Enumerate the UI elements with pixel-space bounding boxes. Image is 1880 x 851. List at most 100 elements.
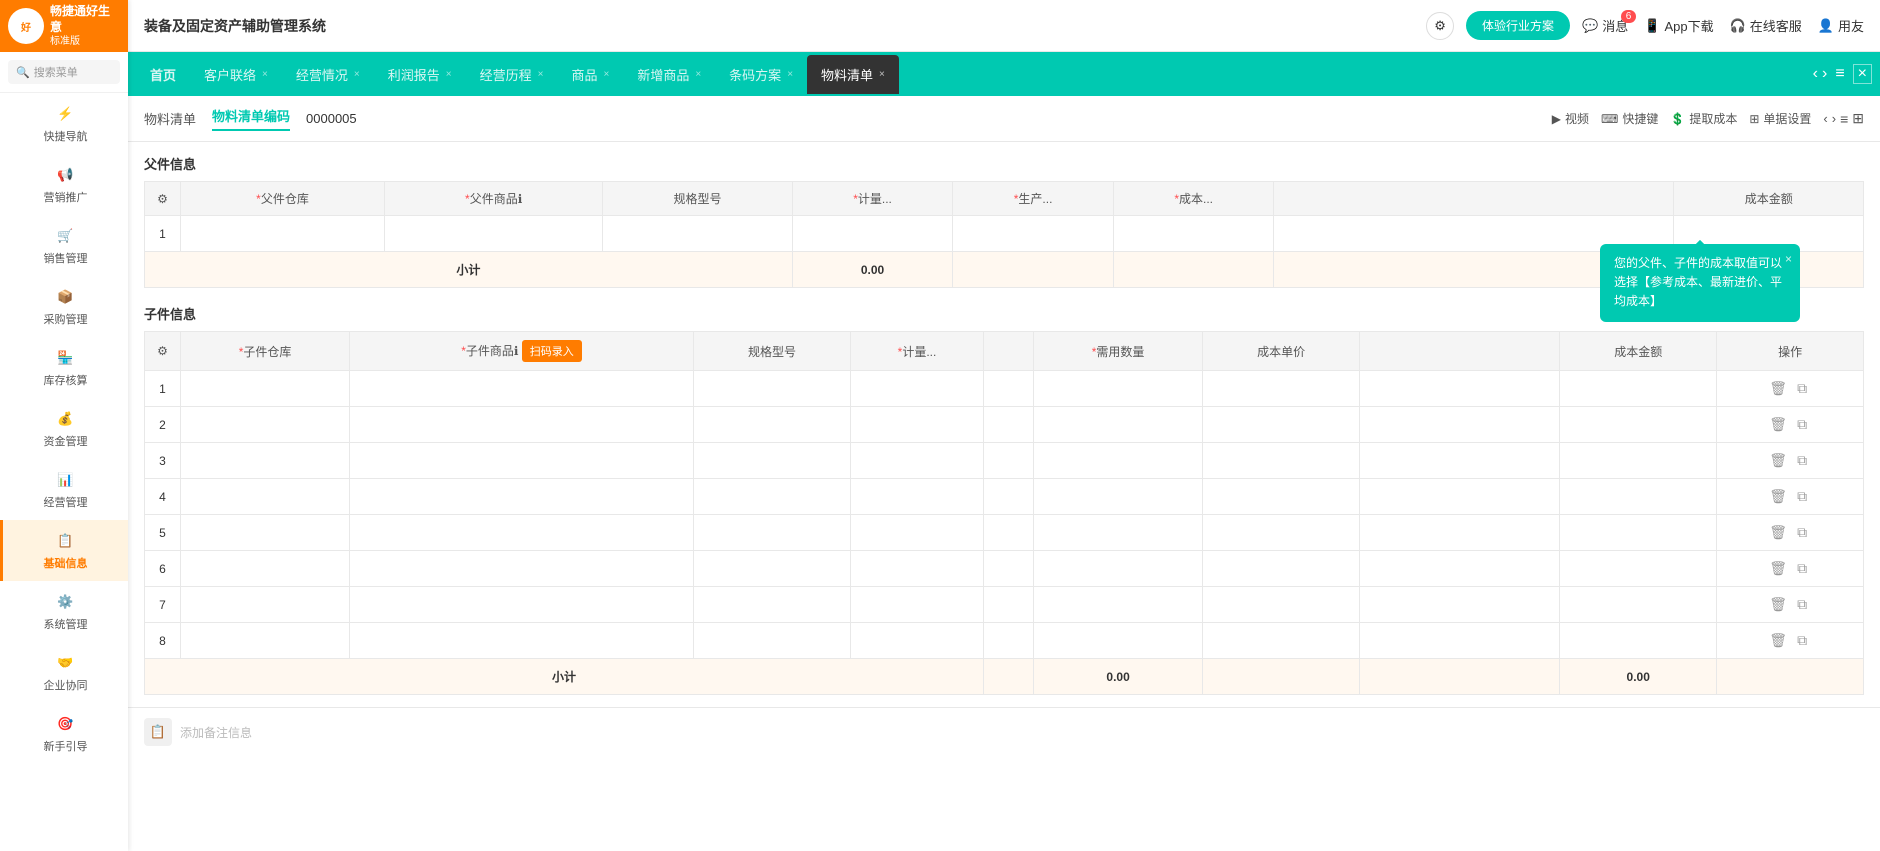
sidebar-item-operations[interactable]: 📊 经营管理 <box>0 459 128 520</box>
parent-row-1-spec[interactable] <box>603 216 793 252</box>
delete-icon-8[interactable]: 🗑 <box>1768 631 1788 651</box>
child-row-5-qty[interactable] <box>1034 515 1203 551</box>
delete-icon-7[interactable]: 🗑 <box>1768 595 1788 615</box>
sidebar-item-guide[interactable]: 🎯 新手引导 <box>0 703 128 764</box>
cost-btn[interactable]: 💲 提取成本 <box>1670 110 1737 127</box>
delete-icon-6[interactable]: 🗑 <box>1768 559 1788 579</box>
child-row-6-spec[interactable] <box>693 551 850 587</box>
child-row-7-unit-cost[interactable] <box>1203 587 1360 623</box>
child-row-3-warehouse[interactable] <box>181 443 350 479</box>
online-service-item[interactable]: 🎧 在线客服 <box>1730 16 1802 35</box>
copy-icon-7[interactable]: ⧉ <box>1792 595 1812 615</box>
sidebar-item-inventory[interactable]: 🏪 库存核算 <box>0 337 128 398</box>
child-row-6-unit-cost[interactable] <box>1203 551 1360 587</box>
child-row-5-product[interactable] <box>350 515 694 551</box>
list-view-btn[interactable]: ≡ <box>1840 111 1848 127</box>
child-row-6-warehouse[interactable] <box>181 551 350 587</box>
tab-menu[interactable]: ≡ <box>1835 65 1844 83</box>
parent-col-settings[interactable]: ⚙ <box>145 182 181 216</box>
copy-icon-1[interactable]: ⧉ <box>1792 379 1812 399</box>
delete-icon-4[interactable]: 🗑 <box>1768 487 1788 507</box>
tab-new-goods[interactable]: 新增商品 × <box>623 55 715 94</box>
note-placeholder[interactable]: 添加备注信息 <box>180 724 252 741</box>
tab-close-operations[interactable]: × <box>354 69 360 80</box>
child-row-8-unit[interactable] <box>850 623 983 659</box>
child-row-1-unit[interactable] <box>850 371 983 407</box>
child-row-2-unit-cost[interactable] <box>1203 407 1360 443</box>
tab-history[interactable]: 经营历程 × <box>466 55 558 94</box>
trial-button[interactable]: 体验行业方案 <box>1466 11 1570 40</box>
sidebar-item-marketing[interactable]: 📢 营销推广 <box>0 154 128 215</box>
child-row-8-warehouse[interactable] <box>181 623 350 659</box>
child-row-4-unit[interactable] <box>850 479 983 515</box>
tab-home[interactable]: 首页 <box>136 55 190 94</box>
tab-close-bom[interactable]: × <box>879 69 885 80</box>
child-row-2-warehouse[interactable] <box>181 407 350 443</box>
breadcrumb-bom-code[interactable]: 物料清单编码 <box>212 106 290 131</box>
child-row-2-unit[interactable] <box>850 407 983 443</box>
tab-prev[interactable]: ‹ <box>1813 65 1818 83</box>
tooltip-close-btn[interactable]: × <box>1785 250 1792 269</box>
tab-barcode[interactable]: 条码方案 × <box>715 55 807 94</box>
child-row-1-product[interactable] <box>350 371 694 407</box>
child-row-5-warehouse[interactable] <box>181 515 350 551</box>
child-row-3-product[interactable] <box>350 443 694 479</box>
child-col-settings[interactable]: ⚙ <box>145 332 181 371</box>
child-row-1-spec[interactable] <box>693 371 850 407</box>
tab-close-profit[interactable]: × <box>446 69 452 80</box>
parent-row-1-production[interactable] <box>953 216 1114 252</box>
tab-next[interactable]: › <box>1822 65 1827 83</box>
tab-profit[interactable]: 利润报告 × <box>374 55 466 94</box>
child-row-4-product[interactable] <box>350 479 694 515</box>
copy-icon-8[interactable]: ⧉ <box>1792 631 1812 651</box>
copy-icon-2[interactable]: ⧉ <box>1792 415 1812 435</box>
child-row-8-qty[interactable] <box>1034 623 1203 659</box>
tab-bom[interactable]: 物料清单 × <box>807 55 899 94</box>
parent-row-1-cost[interactable] <box>1113 216 1274 252</box>
child-row-6-product[interactable] <box>350 551 694 587</box>
child-row-8-unit-cost[interactable] <box>1203 623 1360 659</box>
child-row-2-product[interactable] <box>350 407 694 443</box>
parent-row-1-product[interactable] <box>385 216 603 252</box>
child-row-6-unit[interactable] <box>850 551 983 587</box>
child-row-8-product[interactable] <box>350 623 694 659</box>
settings-icon[interactable]: ⚙ <box>1426 12 1454 40</box>
copy-icon-3[interactable]: ⧉ <box>1792 451 1812 471</box>
close-all-tabs[interactable]: × <box>1853 64 1872 84</box>
nav-prev-btn[interactable]: ‹ <box>1823 111 1827 126</box>
tab-operations[interactable]: 经营情况 × <box>282 55 374 94</box>
child-row-1-warehouse[interactable] <box>181 371 350 407</box>
scan-input-btn[interactable]: 扫码录入 <box>522 340 582 362</box>
child-row-7-qty[interactable] <box>1034 587 1203 623</box>
nav-next-btn[interactable]: › <box>1832 111 1836 126</box>
child-row-2-qty[interactable] <box>1034 407 1203 443</box>
video-btn[interactable]: ▶ 视频 <box>1552 110 1589 127</box>
child-row-3-qty[interactable] <box>1034 443 1203 479</box>
sidebar-item-system[interactable]: ⚙️ 系统管理 <box>0 581 128 642</box>
parent-row-1-unit[interactable] <box>792 216 953 252</box>
copy-icon-4[interactable]: ⧉ <box>1792 487 1812 507</box>
sidebar-item-basic-info[interactable]: 📋 基础信息 <box>0 520 128 581</box>
tab-close-new-goods[interactable]: × <box>695 69 701 80</box>
delete-icon-3[interactable]: 🗑 <box>1768 451 1788 471</box>
child-row-3-unit-cost[interactable] <box>1203 443 1360 479</box>
sidebar-item-purchase[interactable]: 📦 采购管理 <box>0 276 128 337</box>
tab-close-goods[interactable]: × <box>603 69 609 80</box>
delete-icon-2[interactable]: 🗑 <box>1768 415 1788 435</box>
sidebar-item-enterprise[interactable]: 🤝 企业协同 <box>0 642 128 703</box>
sidebar-item-sales[interactable]: 🛒 销售管理 <box>0 215 128 276</box>
tab-close-barcode[interactable]: × <box>787 69 793 80</box>
note-icon[interactable]: 📋 <box>144 718 172 746</box>
sidebar-item-quick-nav[interactable]: ⚡ 快捷导航 <box>0 93 128 154</box>
child-row-4-spec[interactable] <box>693 479 850 515</box>
delete-icon-5[interactable]: 🗑 <box>1768 523 1788 543</box>
sidebar-item-finance[interactable]: 💰 资金管理 <box>0 398 128 459</box>
child-row-2-spec[interactable] <box>693 407 850 443</box>
sidebar-search-area[interactable]: 🔍 搜索菜单 <box>0 52 128 93</box>
child-row-4-warehouse[interactable] <box>181 479 350 515</box>
tab-customer[interactable]: 客户联络 × <box>190 55 282 94</box>
parent-row-1-warehouse[interactable] <box>181 216 385 252</box>
breadcrumb-bom-list[interactable]: 物料清单 <box>144 109 196 128</box>
child-row-1-unit-cost[interactable] <box>1203 371 1360 407</box>
delete-icon-1[interactable]: 🗑 <box>1768 379 1788 399</box>
